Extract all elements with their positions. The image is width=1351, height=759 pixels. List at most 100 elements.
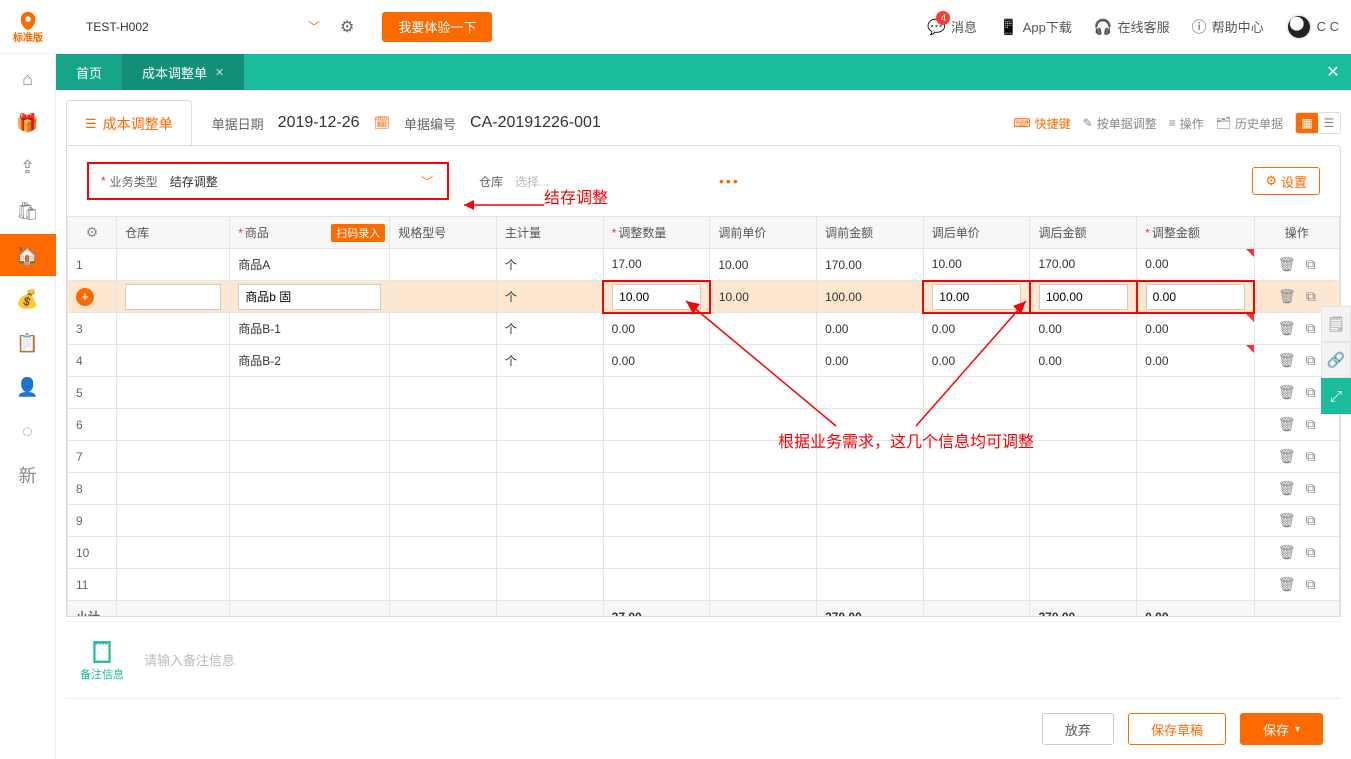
copy-row-icon[interactable]: ⧉ (1306, 256, 1316, 273)
col-pre-price: 调前单价 (710, 217, 817, 249)
delete-row-icon[interactable]: 🗑 (1278, 544, 1296, 561)
delete-row-icon[interactable]: 🗑 (1278, 352, 1296, 369)
business-type-select[interactable]: * 业务类型 结存调整 ﹀ (87, 162, 449, 200)
customer-service-button[interactable]: 🎧 在线客服 (1094, 17, 1170, 36)
operations-menu[interactable]: ≡ 操作 (1169, 115, 1204, 132)
col-product: *商品扫码录入 (230, 217, 390, 249)
post-amount-input[interactable] (1039, 284, 1128, 310)
rail-expand-icon[interactable]: ⤢ (1321, 378, 1351, 414)
sidebar-home[interactable]: ⌂ (0, 58, 56, 100)
calendar-icon[interactable]: 🗓 (374, 115, 391, 131)
sidebar-loading[interactable]: ◌ (0, 410, 56, 452)
sidebar-clipboard[interactable]: 📋 (0, 322, 56, 364)
table-row[interactable]: 3商品B-1个0.000.000.000.000.00🗑⧉ (68, 313, 1340, 345)
table-row[interactable]: +个10.00100.00🗑⧉ (68, 281, 1340, 313)
copy-row-icon[interactable]: ⧉ (1306, 288, 1316, 305)
more-button[interactable]: ••• (719, 173, 740, 189)
sidebar-upload[interactable]: ⇪ (0, 146, 56, 188)
copy-row-icon[interactable]: ⧉ (1306, 352, 1316, 369)
delete-row-icon[interactable]: 🗑 (1278, 256, 1296, 273)
gear-icon: ⚙ (1265, 173, 1277, 189)
delete-row-icon[interactable]: 🗑 (1278, 384, 1296, 401)
delete-row-icon[interactable]: 🗑 (1278, 320, 1296, 337)
doc-header: ☰ 成本调整单 单据日期 2019-12-26 🗓 单据编号 CA-201912… (66, 100, 1341, 146)
copy-row-icon[interactable]: ⧉ (1306, 448, 1316, 465)
col-unit: 主计量 (496, 217, 603, 249)
settings-button[interactable]: ⚙ 设置 (1252, 167, 1320, 195)
gear-icon[interactable]: ⚙ (86, 224, 99, 240)
delete-row-icon[interactable]: 🗑 (1278, 448, 1296, 465)
delete-row-icon[interactable]: 🗑 (1278, 512, 1296, 529)
org-value: TEST-H002 (86, 20, 149, 34)
sidebar-new[interactable]: 新 (0, 454, 56, 496)
add-row-icon[interactable]: + (76, 288, 94, 306)
delete-row-icon[interactable]: 🗑 (1278, 416, 1296, 433)
logo-icon (17, 10, 39, 32)
col-post-price: 调后单价 (923, 217, 1030, 249)
tab-home[interactable]: 首页 (56, 54, 122, 90)
table-row[interactable]: 5🗑⧉ (68, 377, 1340, 409)
save-draft-button[interactable]: 保存草稿 (1128, 713, 1226, 745)
post-price-input[interactable] (932, 284, 1021, 310)
copy-row-icon[interactable]: ⧉ (1306, 416, 1316, 433)
doc-date[interactable]: 2019-12-26 (278, 114, 360, 132)
copy-row-icon[interactable]: ⧉ (1306, 512, 1316, 529)
adj-amount-input[interactable] (1146, 284, 1245, 310)
warehouse-input[interactable] (125, 284, 221, 310)
doc-meta: 单据日期 2019-12-26 🗓 单据编号 CA-20191226-001 (212, 114, 601, 133)
sidebar-gift[interactable]: 🎁 (0, 102, 56, 144)
rail-link-icon[interactable]: 🔗 (1321, 342, 1351, 378)
headset-icon: 🎧 (1094, 18, 1113, 36)
copy-row-icon[interactable]: ⧉ (1306, 480, 1316, 497)
scan-entry-button[interactable]: 扫码录入 (331, 224, 385, 242)
warehouse-select[interactable]: 仓库 选择... (479, 173, 549, 190)
table-row[interactable]: 4商品B-2个0.000.000.000.000.00🗑⧉ (68, 345, 1340, 377)
delete-row-icon[interactable]: 🗑 (1278, 480, 1296, 497)
sidebar-user[interactable]: 👤 (0, 366, 56, 408)
discard-button[interactable]: 放弃 (1042, 713, 1114, 745)
copy-row-icon[interactable]: ⧉ (1306, 576, 1316, 593)
save-button[interactable]: 保存▾ (1240, 713, 1323, 745)
close-icon[interactable]: ✕ (215, 66, 224, 79)
table-row[interactable]: 7🗑⧉ (68, 441, 1340, 473)
table-row[interactable]: 8🗑⧉ (68, 473, 1340, 505)
copy-row-icon[interactable]: ⧉ (1306, 384, 1316, 401)
col-post-amount: 调后金额 (1030, 217, 1137, 249)
table-row[interactable]: 1商品A个17.0010.00170.0010.00170.000.00🗑⧉ (68, 249, 1340, 281)
remark-input[interactable] (144, 653, 1327, 668)
view-toggle[interactable]: ▦ ☰ (1295, 112, 1341, 134)
sidebar-bag[interactable]: 🛍 (0, 190, 56, 232)
view-list-icon[interactable]: ☰ (1318, 113, 1340, 133)
phone-icon: 📱 (999, 18, 1018, 36)
app-download-button[interactable]: 📱 App下载 (999, 17, 1072, 36)
user-menu[interactable]: C C (1286, 14, 1339, 40)
rail-note-icon[interactable]: 🗒 (1321, 306, 1351, 342)
help-center-button[interactable]: ⓘ 帮助中心 (1192, 16, 1264, 37)
copy-row-icon[interactable]: ⧉ (1306, 544, 1316, 561)
table-row[interactable]: 11🗑⧉ (68, 569, 1340, 601)
col-adj-amount: *调整金额 (1137, 217, 1254, 249)
table-row[interactable]: 9🗑⧉ (68, 505, 1340, 537)
logo: 标准版 (0, 10, 56, 44)
messages-button[interactable]: 💬 4 消息 (927, 17, 977, 36)
adjust-by-doc-button[interactable]: ✎ 按单据调整 (1083, 115, 1157, 132)
view-card-icon[interactable]: ▦ (1296, 113, 1318, 133)
topbar: 标准版 TEST-H002 ﹀ ⚙ 我要体验一下 💬 4 消息 📱 App下载 … (0, 0, 1351, 54)
tab-cost-adjustment[interactable]: 成本调整单 ✕ (122, 54, 244, 90)
history-button[interactable]: 🗂 历史单据 (1216, 115, 1283, 132)
tabs-close-all[interactable]: ✕ (1315, 54, 1351, 90)
try-button[interactable]: 我要体验一下 (382, 12, 492, 42)
gear-icon[interactable]: ⚙ (340, 17, 354, 37)
table-row[interactable]: 10🗑⧉ (68, 537, 1340, 569)
product-input[interactable] (238, 284, 381, 310)
delete-row-icon[interactable]: 🗑 (1278, 288, 1296, 305)
sidebar-money[interactable]: 💰 (0, 278, 56, 320)
table-row[interactable]: 6🗑⧉ (68, 409, 1340, 441)
topbar-right: 💬 4 消息 📱 App下载 🎧 在线客服 ⓘ 帮助中心 C C (927, 14, 1339, 40)
adj-qty-input[interactable] (612, 284, 701, 310)
delete-row-icon[interactable]: 🗑 (1278, 576, 1296, 593)
copy-row-icon[interactable]: ⧉ (1306, 320, 1316, 337)
org-select[interactable]: TEST-H002 ﹀ (76, 12, 330, 42)
sidebar-warehouse[interactable]: 🏠 (0, 234, 56, 276)
hotkey-button[interactable]: ⌨ 快捷键 (1013, 115, 1070, 132)
